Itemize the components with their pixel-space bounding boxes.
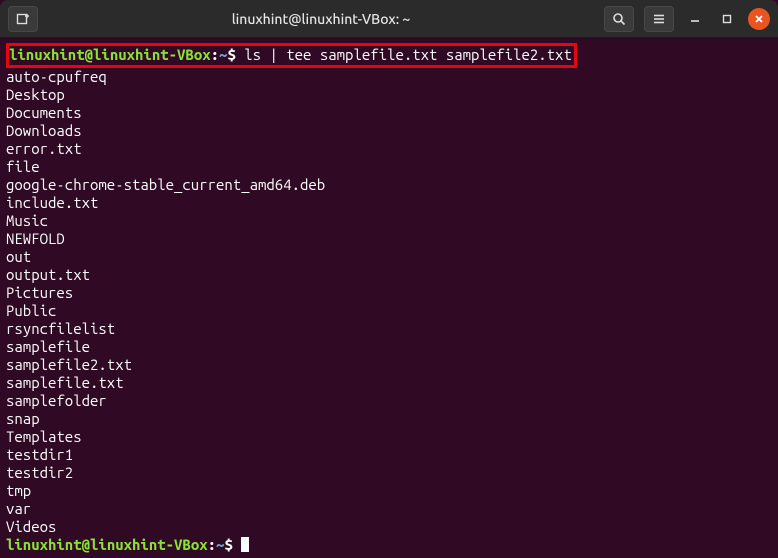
output-line: testdir1	[6, 446, 772, 464]
output-line: file	[6, 158, 772, 176]
output-line: Downloads	[6, 122, 772, 140]
hamburger-icon	[652, 12, 666, 26]
output-line: error.txt	[6, 140, 772, 158]
output-line: out	[6, 248, 772, 266]
titlebar: linuxhint@linuxhint-VBox: ~	[0, 0, 778, 38]
prompt-colon: :	[211, 46, 219, 63]
maximize-icon	[721, 13, 733, 25]
command-text: ls | tee samplefile.txt samplefile2.txt	[236, 46, 572, 63]
close-button[interactable]	[748, 8, 770, 30]
new-tab-icon	[16, 12, 30, 26]
output-line: testdir2	[6, 464, 772, 482]
output-line: Documents	[6, 104, 772, 122]
close-icon	[753, 13, 765, 25]
search-icon	[612, 12, 626, 26]
titlebar-left-group	[8, 6, 38, 32]
output-line: samplefile.txt	[6, 374, 772, 392]
output-line: snap	[6, 410, 772, 428]
titlebar-right-group	[604, 6, 770, 32]
output-line: include.txt	[6, 194, 772, 212]
prompt-at: @	[82, 536, 90, 553]
prompt-line-2: linuxhint@linuxhint-VBox:~$	[6, 536, 772, 554]
output-line: var	[6, 500, 772, 518]
prompt-user: linuxhint	[9, 46, 85, 63]
output-line: auto-cpufreq	[6, 68, 772, 86]
window-title: linuxhint@linuxhint-VBox: ~	[38, 11, 604, 27]
prompt-line-1: linuxhint@linuxhint-VBox:~$ ls | tee sam…	[6, 44, 772, 68]
prompt-host: linuxhint-VBox	[93, 46, 211, 63]
output-line: tmp	[6, 482, 772, 500]
output-line: samplefile2.txt	[6, 356, 772, 374]
menu-button[interactable]	[644, 6, 674, 32]
output-line: NEWFOLD	[6, 230, 772, 248]
prompt-user: linuxhint	[6, 536, 82, 553]
prompt-host: linuxhint-VBox	[90, 536, 208, 553]
prompt-at: @	[85, 46, 93, 63]
output-block: auto-cpufreqDesktopDocumentsDownloadserr…	[6, 68, 772, 536]
output-line: samplefile	[6, 338, 772, 356]
prompt-colon: :	[208, 536, 216, 553]
terminal-viewport[interactable]: linuxhint@linuxhint-VBox:~$ ls | tee sam…	[0, 38, 778, 558]
output-line: samplefolder	[6, 392, 772, 410]
output-line: Videos	[6, 518, 772, 536]
prompt-dollar: $	[224, 536, 232, 553]
maximize-button[interactable]	[716, 8, 738, 30]
minimize-icon	[689, 13, 701, 25]
cursor-icon	[241, 537, 249, 552]
output-line: output.txt	[6, 266, 772, 284]
minimize-button[interactable]	[684, 8, 706, 30]
prompt-dollar: $	[227, 46, 235, 63]
terminal-window: linuxhint@linuxhint-VBox: ~	[0, 0, 778, 558]
command-highlight: linuxhint@linuxhint-VBox:~$ ls | tee sam…	[6, 43, 577, 68]
output-line: rsyncfilelist	[6, 320, 772, 338]
output-line: google-chrome-stable_current_amd64.deb	[6, 176, 772, 194]
search-button[interactable]	[604, 6, 634, 32]
new-tab-button[interactable]	[8, 6, 38, 32]
output-line: Desktop	[6, 86, 772, 104]
output-line: Music	[6, 212, 772, 230]
output-line: Templates	[6, 428, 772, 446]
empty-command	[233, 536, 241, 553]
output-line: Pictures	[6, 284, 772, 302]
output-line: Public	[6, 302, 772, 320]
